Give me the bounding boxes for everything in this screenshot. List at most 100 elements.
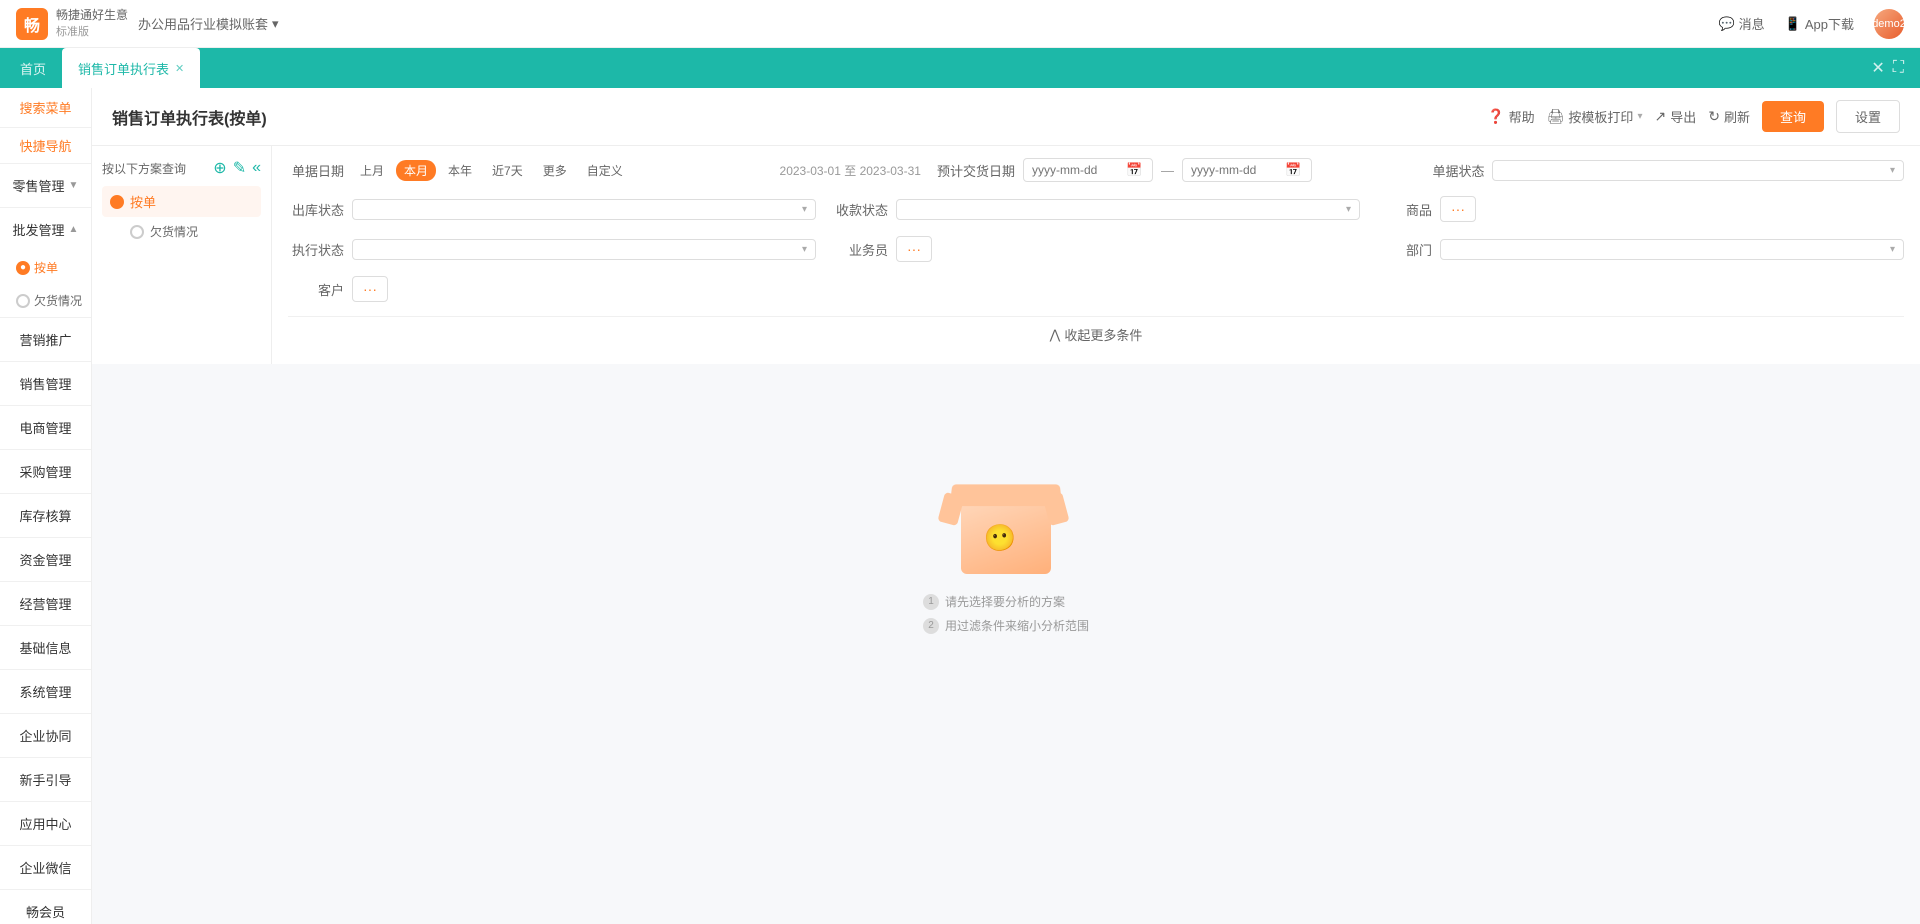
goods-ellipsis-button[interactable]: ···	[1440, 196, 1476, 222]
filter-field-expected-date: 预计交货日期 📅 — 📅	[937, 158, 1413, 182]
scheme-item-shortage[interactable]: 欠货情况	[102, 217, 261, 246]
date-tab-7days[interactable]: 近7天	[484, 160, 531, 181]
sidebar-item-marketing[interactable]: 营销推广	[0, 318, 91, 361]
query-button[interactable]: 查询	[1762, 101, 1824, 132]
customer-ellipsis-button[interactable]: ···	[352, 276, 388, 302]
date-tab-this-month[interactable]: 本月	[396, 160, 436, 181]
sidebar-item-wechat[interactable]: 企业微信	[0, 846, 91, 889]
sidebar-item-collab[interactable]: 企业协同	[0, 714, 91, 757]
sidebar-section-sales: 销售管理	[0, 362, 91, 406]
main-content: 销售订单执行表(按单) ❓ 帮助 🖨 按模板打印 ▾ ↗ 导出 ↻ 刷新	[92, 88, 1920, 924]
sidebar-search[interactable]: 搜索菜单	[0, 88, 91, 128]
refresh-button[interactable]: ↻ 刷新	[1708, 107, 1750, 126]
salesman-ellipsis-button[interactable]: ···	[896, 236, 932, 262]
avatar: demo2	[1874, 9, 1904, 39]
scheme-item-by-order[interactable]: 按单	[102, 186, 261, 217]
sidebar-subitem-by-order[interactable]: ● 按单	[0, 251, 91, 284]
message-icon: 💬	[1718, 16, 1734, 32]
tab-home[interactable]: 首页	[4, 48, 62, 88]
sidebar-item-finance[interactable]: 资金管理	[0, 538, 91, 581]
user-area[interactable]: demo2	[1874, 9, 1904, 39]
expected-date-end[interactable]: 📅	[1182, 158, 1312, 182]
scheme-collapse-icon[interactable]: «	[252, 159, 261, 177]
layout: 搜索菜单 快捷导航 零售管理 ▼ 批发管理 ▲ ● 按单 欠货情况	[0, 88, 1920, 924]
doc-status-caret-icon: ▾	[1890, 165, 1895, 176]
sidebar-item-basicinfo[interactable]: 基础信息	[0, 626, 91, 669]
dept-select[interactable]: ▾	[1440, 239, 1904, 260]
sidebar-item-appcenter[interactable]: 应用中心	[0, 802, 91, 845]
help-button[interactable]: ❓ 帮助	[1487, 107, 1534, 126]
expected-date-label: 预计交货日期	[937, 161, 1015, 180]
sidebar-item-retail[interactable]: 零售管理 ▼	[0, 164, 91, 207]
sidebar-quick-nav[interactable]: 快捷导航	[0, 128, 91, 164]
calendar-end-icon: 📅	[1285, 162, 1301, 178]
template-print-button[interactable]: 🖨 按模板打印 ▾	[1547, 107, 1643, 126]
sidebar-section-wholesale: 批发管理 ▲ ● 按单 欠货情况	[0, 208, 91, 318]
expected-date-start[interactable]: 📅	[1023, 158, 1153, 182]
sidebar-item-newbie[interactable]: 新手引导	[0, 758, 91, 801]
receive-status-caret-icon: ▾	[1346, 204, 1351, 215]
collapse-button[interactable]: ⋀ 收起更多条件	[1050, 325, 1143, 344]
salesman-label: 业务员	[832, 240, 888, 259]
scheme-add-icon[interactable]: ⊕	[213, 158, 226, 178]
refresh-icon: ↻	[1708, 108, 1720, 125]
empty-state: 😶 1 请先选择要分析的方案 2 用过滤条件来缩小分析范围	[92, 364, 1920, 718]
tab-bar-actions: ✕ ⛶	[1871, 58, 1916, 78]
tab-maximize-icon[interactable]: ⛶	[1893, 59, 1904, 77]
logo-subtitle: 标准版	[56, 23, 128, 39]
empty-illustration: 😶	[936, 444, 1076, 574]
empty-hints: 1 请先选择要分析的方案 2 用过滤条件来缩小分析范围	[923, 590, 1089, 638]
settings-button[interactable]: 设置	[1836, 100, 1900, 133]
out-status-select[interactable]: ▾	[352, 199, 816, 220]
date-tab-more[interactable]: 更多	[535, 160, 575, 181]
message-button[interactable]: 💬 消息	[1718, 14, 1764, 33]
doc-status-label: 单据状态	[1428, 161, 1484, 180]
sidebar-section-basicinfo: 基础信息	[0, 626, 91, 670]
sidebar-section-inventory: 库存核算	[0, 494, 91, 538]
date-tab-custom[interactable]: 自定义	[579, 160, 631, 181]
exec-status-caret-icon: ▾	[802, 244, 807, 255]
scheme-edit-icon[interactable]: ✎	[233, 158, 246, 178]
expected-date-start-input[interactable]	[1032, 163, 1122, 177]
doc-status-select[interactable]: ▾	[1492, 160, 1904, 181]
scheme-title: 按以下方案查询 ⊕ ✎ «	[102, 158, 261, 178]
logo-icon: 畅	[16, 8, 48, 40]
nav-title[interactable]: 办公用品行业模拟账套 ▾	[138, 14, 279, 33]
tab-close-icon[interactable]: ✕	[175, 62, 184, 75]
customer-label: 客户	[288, 280, 344, 299]
export-button[interactable]: ↗ 导出	[1654, 107, 1696, 126]
tab-sales-order[interactable]: 销售订单执行表 ✕	[62, 48, 200, 88]
out-status-caret-icon: ▾	[802, 204, 807, 215]
scheme-dot-icon	[110, 195, 124, 209]
sidebar-item-operations[interactable]: 经营管理	[0, 582, 91, 625]
app-download-button[interactable]: 📱 App下载	[1785, 14, 1854, 33]
subitem-dot-icon: ●	[16, 261, 30, 275]
sidebar-item-vip[interactable]: 畅会员	[0, 890, 91, 924]
dept-control: ▾	[1440, 239, 1904, 260]
sidebar-item-ecommerce[interactable]: 电商管理	[0, 406, 91, 449]
date-tab-this-year[interactable]: 本年	[440, 160, 480, 181]
sidebar-item-sales[interactable]: 销售管理	[0, 362, 91, 405]
sidebar-section-retail: 零售管理 ▼	[0, 164, 91, 208]
page-title: 销售订单执行表(按单)	[112, 105, 267, 129]
sidebar-item-system[interactable]: 系统管理	[0, 670, 91, 713]
export-icon: ↗	[1654, 108, 1666, 125]
filter-field-dept: 部门 ▾	[1376, 239, 1904, 260]
sidebar-item-purchase[interactable]: 采购管理	[0, 450, 91, 493]
date-tab-last-month[interactable]: 上月	[352, 160, 392, 181]
sidebar-section-appcenter: 应用中心	[0, 802, 91, 846]
sidebar-subitem-shortage[interactable]: 欠货情况	[0, 284, 91, 317]
doc-status-control: ▾	[1492, 160, 1904, 181]
print-icon: 🖨	[1547, 108, 1565, 125]
tab-minimize-icon[interactable]: ✕	[1871, 58, 1884, 78]
sidebar-item-wholesale[interactable]: 批发管理 ▲	[0, 208, 91, 251]
nav-dropdown-icon: ▾	[272, 16, 279, 32]
expected-date-end-input[interactable]	[1191, 163, 1281, 177]
receive-status-select[interactable]: ▾	[896, 199, 1360, 220]
empty-face-icon: 😶	[983, 522, 1018, 556]
customer-control: ···	[352, 276, 388, 302]
sidebar-item-inventory[interactable]: 库存核算	[0, 494, 91, 537]
tab-bar: 首页 销售订单执行表 ✕ ✕ ⛶	[0, 48, 1920, 88]
exec-status-select[interactable]: ▾	[352, 239, 816, 260]
date-separator: —	[1161, 163, 1174, 178]
